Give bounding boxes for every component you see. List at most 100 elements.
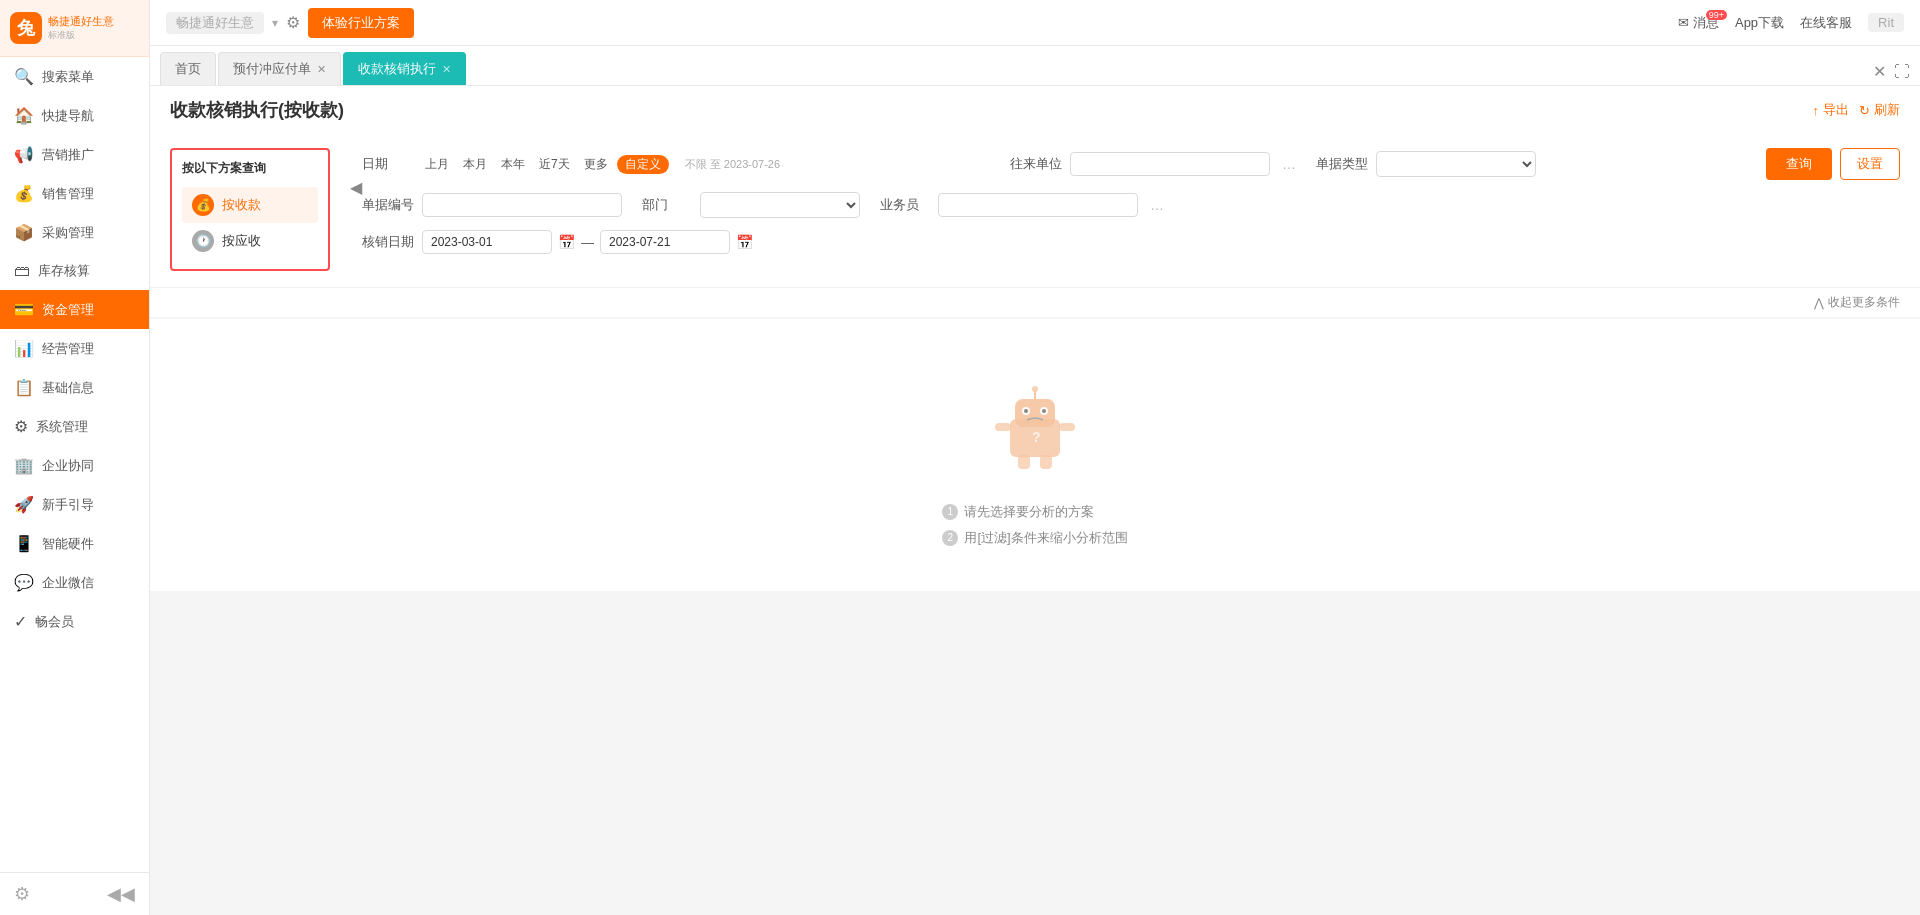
collapse-more-button[interactable]: ⋀ 收起更多条件: [1814, 294, 1900, 311]
doctype-select[interactable]: [1376, 151, 1536, 177]
tab-maximize-button[interactable]: ⛶: [1894, 63, 1910, 81]
writeoff-end-input[interactable]: [600, 230, 730, 254]
tab-prepay-label: 预付冲应付单: [233, 60, 311, 78]
sidebar-item-weixin[interactable]: 💬 企业微信: [0, 563, 149, 602]
sidebar: 兔 畅捷通好生意 标准版 🔍 搜索菜单 🏠 快捷导航 📢 营销推广 💰 销售管理…: [0, 0, 150, 915]
setting-button[interactable]: 设置: [1840, 148, 1900, 180]
topbar-right: ✉ 消息 99+ App下载 在线客服 Rit: [1678, 13, 1904, 32]
staff-input[interactable]: [938, 193, 1138, 217]
docno-group: 单据编号: [362, 193, 622, 217]
query-setting-buttons: 查询 设置: [1766, 148, 1900, 180]
date-this-year-btn[interactable]: 本年: [496, 154, 530, 175]
date-last-month-btn[interactable]: 上月: [420, 154, 454, 175]
app-download-link[interactable]: App下载: [1735, 14, 1784, 32]
filter-sidebar-collapse-btn[interactable]: ◀: [350, 148, 362, 197]
writeoff-date-group: 核销日期 📅 — 📅: [362, 230, 753, 254]
docno-input[interactable]: [422, 193, 622, 217]
empty-tip-row-2: 2 用[过滤]条件来缩小分析范围: [942, 525, 1127, 551]
empty-tips: 1 请先选择要分析的方案 2 用[过滤]条件来缩小分析范围: [942, 499, 1127, 551]
tab-prepay[interactable]: 预付冲应付单 ✕: [218, 52, 341, 85]
svg-rect-1: [1015, 399, 1055, 427]
counterpart-label: 往来单位: [1010, 155, 1062, 173]
tab-home[interactable]: 首页: [160, 52, 216, 85]
writeoff-end-cal-icon[interactable]: 📅: [736, 234, 753, 250]
filter-by-receivable[interactable]: 🕐 按应收: [182, 223, 318, 259]
writeoff-start-input[interactable]: [422, 230, 552, 254]
inventory-icon: 🗃: [14, 262, 30, 280]
message-badge[interactable]: ✉ 消息 99+: [1678, 14, 1719, 32]
sales-icon: 💰: [14, 184, 34, 203]
sidebar-item-system[interactable]: ⚙ 系统管理: [0, 407, 149, 446]
tip-text-1: 请先选择要分析的方案: [964, 499, 1094, 525]
sidebar-item-search[interactable]: 🔍 搜索菜单: [0, 57, 149, 96]
filter-row-2: 单据编号 部门 业务员 …: [362, 192, 1900, 218]
topbar-left: 畅捷通好生意 ▾ ⚙ 体验行业方案: [166, 8, 414, 38]
writeoff-date-label: 核销日期: [362, 233, 414, 251]
docno-label: 单据编号: [362, 196, 414, 214]
tab-receipt-offset-close-icon[interactable]: ✕: [442, 63, 451, 76]
sidebar-item-label: 畅会员: [35, 613, 74, 631]
svg-rect-9: [1040, 455, 1052, 469]
collapse-up-icon: ⋀: [1814, 296, 1824, 310]
topbar-brand: 畅捷通好生意: [166, 12, 264, 34]
content-area: 收款核销执行(按收款) ↑ 导出 ↻ 刷新 按以下方案查询: [150, 86, 1920, 915]
user-info[interactable]: Rit: [1868, 13, 1904, 32]
date-more-btn[interactable]: 更多: [579, 154, 613, 175]
tab-receipt-offset-label: 收款核销执行: [358, 60, 436, 78]
tab-prepay-close-icon[interactable]: ✕: [317, 63, 326, 76]
filter-row-1: 日期 上月 本月 本年 近7天 更多 自定义 不限 至 2023-07-26: [362, 148, 1900, 180]
staff-group: 业务员 …: [880, 193, 1164, 217]
date-custom-btn[interactable]: 自定义: [617, 155, 669, 174]
svg-rect-6: [995, 423, 1011, 431]
sidebar-item-label: 采购管理: [42, 224, 94, 242]
sidebar-item-basic[interactable]: 📋 基础信息: [0, 368, 149, 407]
sidebar-item-enterprise[interactable]: 🏢 企业协同: [0, 446, 149, 485]
refresh-button[interactable]: ↻ 刷新: [1859, 101, 1900, 119]
date-7days-btn[interactable]: 近7天: [534, 154, 575, 175]
sidebar-item-label: 资金管理: [42, 301, 94, 319]
sidebar-collapse-btn[interactable]: ◀◀: [107, 883, 135, 905]
tabs-bar: 首页 预付冲应付单 ✕ 收款核销执行 ✕ ✕ ⛶: [150, 46, 1920, 86]
sidebar-item-label: 基础信息: [42, 379, 94, 397]
sidebar-item-label: 快捷导航: [42, 107, 94, 125]
sidebar-item-inventory[interactable]: 🗃 库存核算: [0, 252, 149, 290]
date-this-month-btn[interactable]: 本月: [458, 154, 492, 175]
counterpart-group: 往来单位 …: [1010, 152, 1296, 176]
dept-select[interactable]: [700, 192, 860, 218]
doctype-label: 单据类型: [1316, 155, 1368, 173]
marketing-icon: 📢: [14, 145, 34, 164]
writeoff-date-range: 📅 — 📅: [422, 230, 753, 254]
dept-label: 部门: [642, 196, 692, 214]
guide-icon: 🚀: [14, 495, 34, 514]
sidebar-item-hardware[interactable]: 📱 智能硬件: [0, 524, 149, 563]
sidebar-item-finance[interactable]: 💳 资金管理: [0, 290, 149, 329]
sidebar-item-guide[interactable]: 🚀 新手引导: [0, 485, 149, 524]
operation-icon: 📊: [14, 339, 34, 358]
tab-receipt-offset[interactable]: 收款核销执行 ✕: [343, 52, 466, 85]
staff-more-icon[interactable]: …: [1150, 197, 1164, 213]
sidebar-item-sales[interactable]: 💰 销售管理: [0, 174, 149, 213]
solution-button[interactable]: 体验行业方案: [308, 8, 414, 38]
sidebar-item-marketing[interactable]: 📢 营销推广: [0, 135, 149, 174]
topbar-gear-icon[interactable]: ⚙: [286, 13, 300, 32]
sidebar-item-member[interactable]: ✓ 畅会员: [0, 602, 149, 641]
sidebar-item-label: 系统管理: [36, 418, 88, 436]
sidebar-item-label: 经营管理: [42, 340, 94, 358]
counterpart-more-icon[interactable]: …: [1282, 156, 1296, 172]
purchase-icon: 📦: [14, 223, 34, 242]
filter-row-3: 核销日期 📅 — 📅: [362, 230, 1900, 254]
sidebar-item-purchase[interactable]: 📦 采购管理: [0, 213, 149, 252]
export-button[interactable]: ↑ 导出: [1813, 101, 1850, 119]
date-hint: 不限 至 2023-07-26: [685, 157, 780, 172]
sidebar-item-operation[interactable]: 📊 经营管理: [0, 329, 149, 368]
query-button[interactable]: 查询: [1766, 148, 1832, 180]
tab-home-label: 首页: [175, 60, 201, 78]
writeoff-start-cal-icon[interactable]: 📅: [558, 234, 575, 250]
counterpart-input[interactable]: [1070, 152, 1270, 176]
tab-close-all-button[interactable]: ✕: [1873, 62, 1886, 81]
online-service-link[interactable]: 在线客服: [1800, 14, 1852, 32]
sidebar-item-quick-nav[interactable]: 🏠 快捷导航: [0, 96, 149, 135]
tabs-controls: ✕ ⛶: [1873, 62, 1910, 85]
sidebar-gear-icon[interactable]: ⚙: [14, 883, 30, 905]
filter-by-receipt[interactable]: 💰 按收款: [182, 187, 318, 223]
